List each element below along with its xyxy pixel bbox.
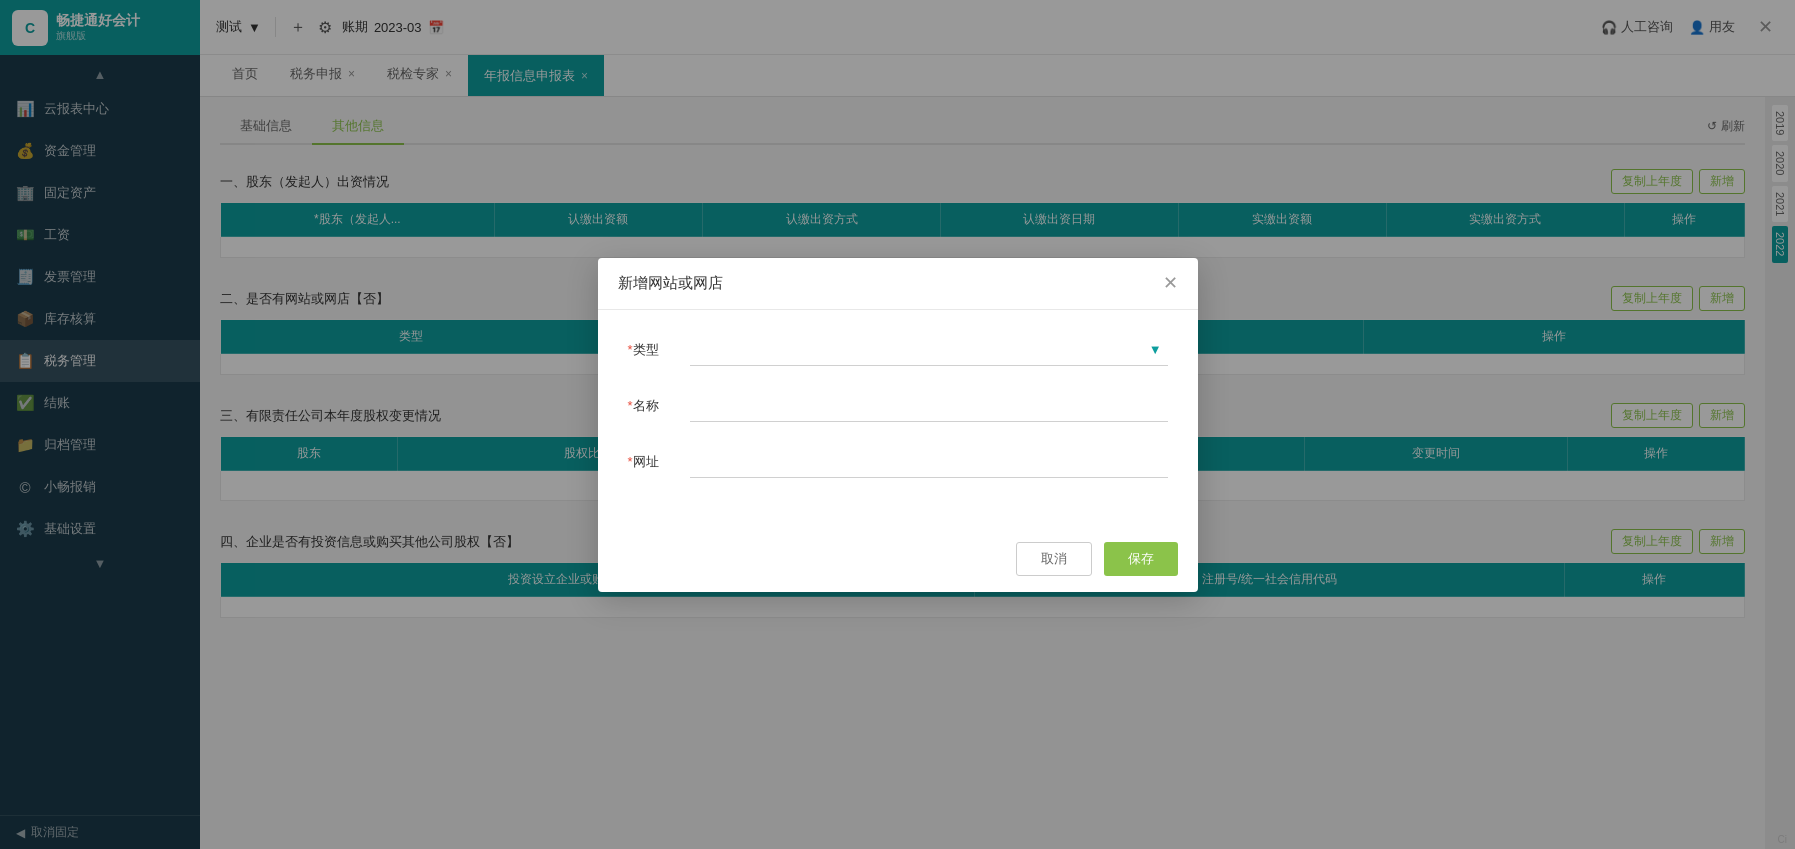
name-input[interactable] bbox=[690, 390, 1168, 422]
form-row-url: *网址 bbox=[628, 446, 1168, 478]
modal-add-website: 新增网站或网店 ✕ *类型 ▼ *名称 bbox=[598, 258, 1198, 592]
form-row-name: *名称 bbox=[628, 390, 1168, 422]
url-label: *网址 bbox=[628, 453, 678, 471]
modal-title: 新增网站或网店 bbox=[618, 274, 723, 293]
cancel-button[interactable]: 取消 bbox=[1016, 542, 1092, 576]
name-label: *名称 bbox=[628, 397, 678, 415]
modal-body: *类型 ▼ *名称 *网址 bbox=[598, 310, 1198, 526]
modal-header: 新增网站或网店 ✕ bbox=[598, 258, 1198, 310]
type-label: *类型 bbox=[628, 341, 678, 359]
modal-overlay: 新增网站或网店 ✕ *类型 ▼ *名称 bbox=[0, 0, 1795, 849]
url-input[interactable] bbox=[690, 446, 1168, 478]
save-button[interactable]: 保存 bbox=[1104, 542, 1178, 576]
type-select[interactable] bbox=[690, 334, 1168, 366]
modal-footer: 取消 保存 bbox=[598, 526, 1198, 592]
type-select-wrapper: ▼ bbox=[690, 334, 1168, 366]
modal-close-button[interactable]: ✕ bbox=[1163, 274, 1178, 292]
form-row-type: *类型 ▼ bbox=[628, 334, 1168, 366]
